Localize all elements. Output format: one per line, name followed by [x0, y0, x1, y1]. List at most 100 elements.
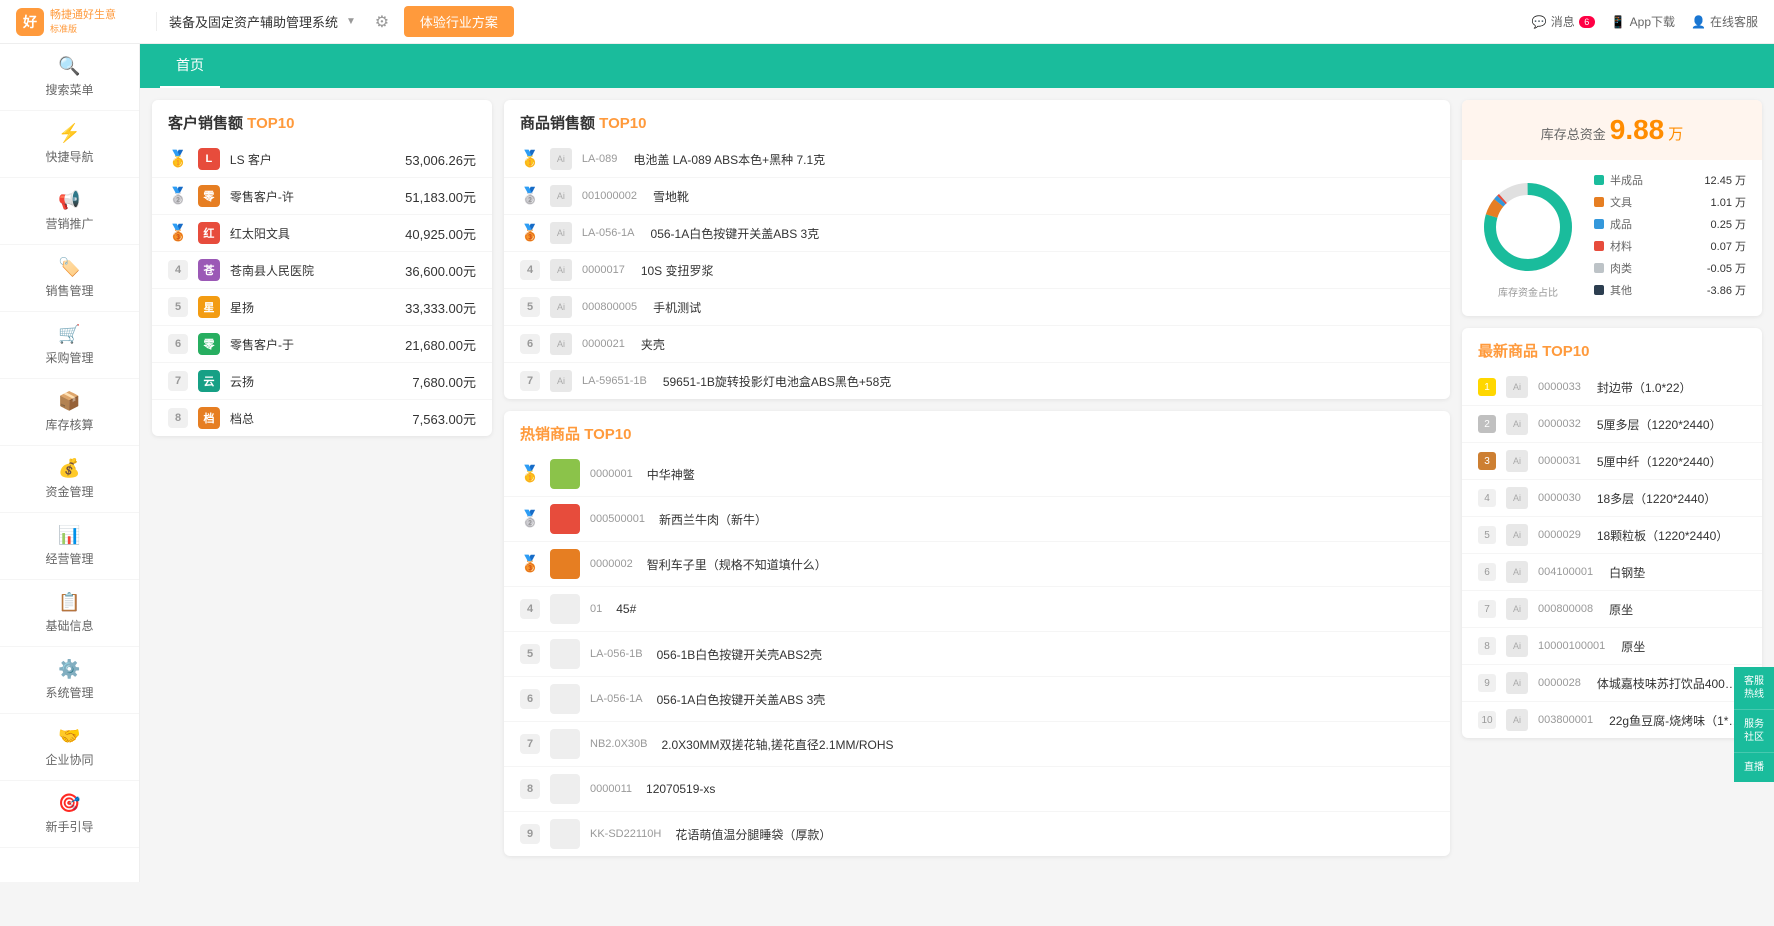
np-code-10: 003800001 [1538, 714, 1593, 726]
settings-button[interactable]: ⚙ [368, 8, 396, 36]
np-code-8: 10000100001 [1538, 640, 1605, 652]
top-right-nav: 💬 消息 6 📱 App下载 👤 在线客服 [1532, 13, 1758, 30]
left-panel: 客户销售额 TOP10 🥇 L LS 客户 53,006.26元 🥈 [152, 100, 492, 856]
legend-label-3: 成品 [1610, 216, 1705, 232]
list-item: 6 Ai 004100001 白钢垫 [1462, 554, 1762, 591]
prod-code-4: 0000017 [582, 264, 625, 276]
sidebar-item-sales[interactable]: 🏷️ 销售管理 [0, 245, 139, 312]
cooperation-icon: 🤝 [58, 726, 80, 747]
legend-label-6: 其他 [1610, 282, 1701, 298]
logo-area: 好 畅捷通好生意 标准版 [16, 8, 156, 36]
logo-text: 畅捷通好生意 标准版 [50, 8, 116, 35]
sidebar-item-shortcut[interactable]: ⚡ 快捷导航 [0, 111, 139, 178]
np-code-5: 0000029 [1538, 529, 1581, 541]
prod-medal-3: 🥉 [520, 223, 540, 243]
np-rank-2: 2 [1478, 415, 1496, 433]
hot-name-9: 花语萌值温分腿睡袋（厚款） [675, 826, 831, 843]
system-icon: ⚙️ [58, 659, 80, 680]
new-top10-badge: TOP10 [1542, 343, 1589, 360]
customer-name-3: 红太阳文具 [230, 225, 395, 242]
sidebar-item-purchase[interactable]: 🛒 采购管理 [0, 312, 139, 379]
customer-value-6: 21,680.00元 [405, 335, 476, 354]
sidebar-item-basics[interactable]: 📋 基础信息 [0, 580, 139, 647]
sidebar-item-operations[interactable]: 📊 经营管理 [0, 513, 139, 580]
prod-rank-7: 7 [520, 371, 540, 391]
customer-name-2: 零售客户-许 [230, 188, 395, 205]
customer-service-button[interactable]: 客服热线 [1734, 667, 1774, 710]
basics-icon: 📋 [58, 592, 80, 613]
customer-name-8: 档总 [230, 410, 402, 427]
prod-code-7: LA-59651-1B [582, 375, 647, 387]
np-name-6: 白钢垫 [1609, 564, 1746, 581]
prod-name-4: 10S 变扭罗浆 [641, 262, 1434, 279]
sidebar-item-cooperation[interactable]: 🤝 企业协同 [0, 714, 139, 781]
hot-top10-badge: TOP10 [584, 426, 631, 443]
live-stream-button[interactable]: 直播 [1734, 753, 1774, 782]
list-item: 5 Ai 0000029 18颗粒板（1220*2440） [1462, 517, 1762, 554]
legend-dot-1 [1594, 175, 1604, 185]
sidebar-item-search[interactable]: 🔍 搜索菜单 [0, 44, 139, 111]
hot-img-1 [550, 459, 580, 489]
prod-img-1: Ai [550, 148, 572, 170]
hot-img-2 [550, 504, 580, 534]
prod-name-5: 手机测试 [653, 299, 1434, 316]
customer-avatar-4: 苍 [198, 259, 220, 281]
sidebar-item-system[interactable]: ⚙️ 系统管理 [0, 647, 139, 714]
trial-button[interactable]: 体验行业方案 [404, 6, 514, 37]
hot-img-4 [550, 594, 580, 624]
prod-medal-1: 🥇 [520, 149, 540, 169]
product-ranking-card: 商品销售额 TOP10 🥇 Ai LA-089 电池盖 LA-089 ABS本色… [504, 100, 1450, 399]
message-button[interactable]: 💬 消息 6 [1532, 13, 1595, 30]
list-item: 7 云 云扬 7,680.00元 [152, 363, 492, 400]
list-item: 🥈 零 零售客户-许 51,183.00元 [152, 178, 492, 215]
legend-item-2: 文具 1.01 万 [1594, 194, 1746, 210]
np-img-6: Ai [1506, 561, 1528, 583]
customer-avatar-8: 档 [198, 407, 220, 429]
hot-rank-8: 8 [520, 779, 540, 799]
customer-ranking-title: 客户销售额 TOP10 [152, 100, 492, 141]
sidebar: 🔍 搜索菜单 ⚡ 快捷导航 📢 营销推广 🏷️ 销售管理 🛒 采购管理 📦 库存… [0, 44, 140, 882]
prod-rank-4: 4 [520, 260, 540, 280]
np-img-7: Ai [1506, 598, 1528, 620]
home-tab[interactable]: 首页 [160, 44, 220, 88]
service-community-button[interactable]: 服务社区 [1734, 710, 1774, 753]
legend-value-3: 0.25 万 [1711, 216, 1746, 232]
prod-name-7: 59651-1B旋转投影灯电池盒ABS黑色+58克 [663, 373, 1434, 390]
inventory-header: 库存总资金 9.88 万 [1462, 100, 1762, 160]
legend-label-2: 文具 [1610, 194, 1705, 210]
new-products-card: 最新商品 TOP10 1 Ai 0000033 封边带（1.0*22） 2 Ai [1462, 328, 1762, 738]
hot-rank-9: 9 [520, 824, 540, 844]
np-name-5: 18颗粒板（1220*2440） [1597, 527, 1746, 544]
customer-name-4: 苍南县人民医院 [230, 262, 395, 279]
customer-value-4: 36,600.00元 [405, 261, 476, 280]
support-button[interactable]: 👤 在线客服 [1691, 13, 1758, 30]
sidebar-item-guide[interactable]: 🎯 新手引导 [0, 781, 139, 848]
customer-value-1: 53,006.26元 [405, 150, 476, 169]
customer-avatar-6: 零 [198, 333, 220, 355]
message-badge: 6 [1579, 16, 1595, 28]
rank-medal-2: 🥈 [168, 186, 188, 206]
prod-img-4: Ai [550, 259, 572, 281]
hot-img-7 [550, 729, 580, 759]
hot-code-2: 000500001 [590, 513, 645, 525]
np-rank-8: 8 [1478, 637, 1496, 655]
search-icon: 🔍 [58, 56, 80, 77]
chevron-down-icon[interactable]: ▼ [346, 16, 356, 27]
hot-img-9 [550, 819, 580, 849]
customer-avatar-3: 红 [198, 222, 220, 244]
sidebar-item-inventory[interactable]: 📦 库存核算 [0, 379, 139, 446]
app-download-button[interactable]: 📱 App下载 [1611, 13, 1675, 30]
sidebar-item-marketing[interactable]: 📢 营销推广 [0, 178, 139, 245]
customer-ranking-card: 客户销售额 TOP10 🥇 L LS 客户 53,006.26元 🥈 [152, 100, 492, 436]
hot-img-8 [550, 774, 580, 804]
prod-code-6: 0000021 [582, 338, 625, 350]
legend-label-4: 材料 [1610, 238, 1705, 254]
purchase-icon: 🛒 [58, 324, 80, 345]
customer-avatar-2: 零 [198, 185, 220, 207]
sidebar-cooperation-label: 企业协同 [45, 751, 93, 768]
rank-num-7: 7 [168, 371, 188, 391]
list-item: 🥇 0000001 中华神鳖 [504, 452, 1450, 497]
legend-label-1: 半成品 [1610, 172, 1698, 188]
sidebar-item-finance[interactable]: 💰 资金管理 [0, 446, 139, 513]
app-download-label: App下载 [1630, 13, 1675, 30]
